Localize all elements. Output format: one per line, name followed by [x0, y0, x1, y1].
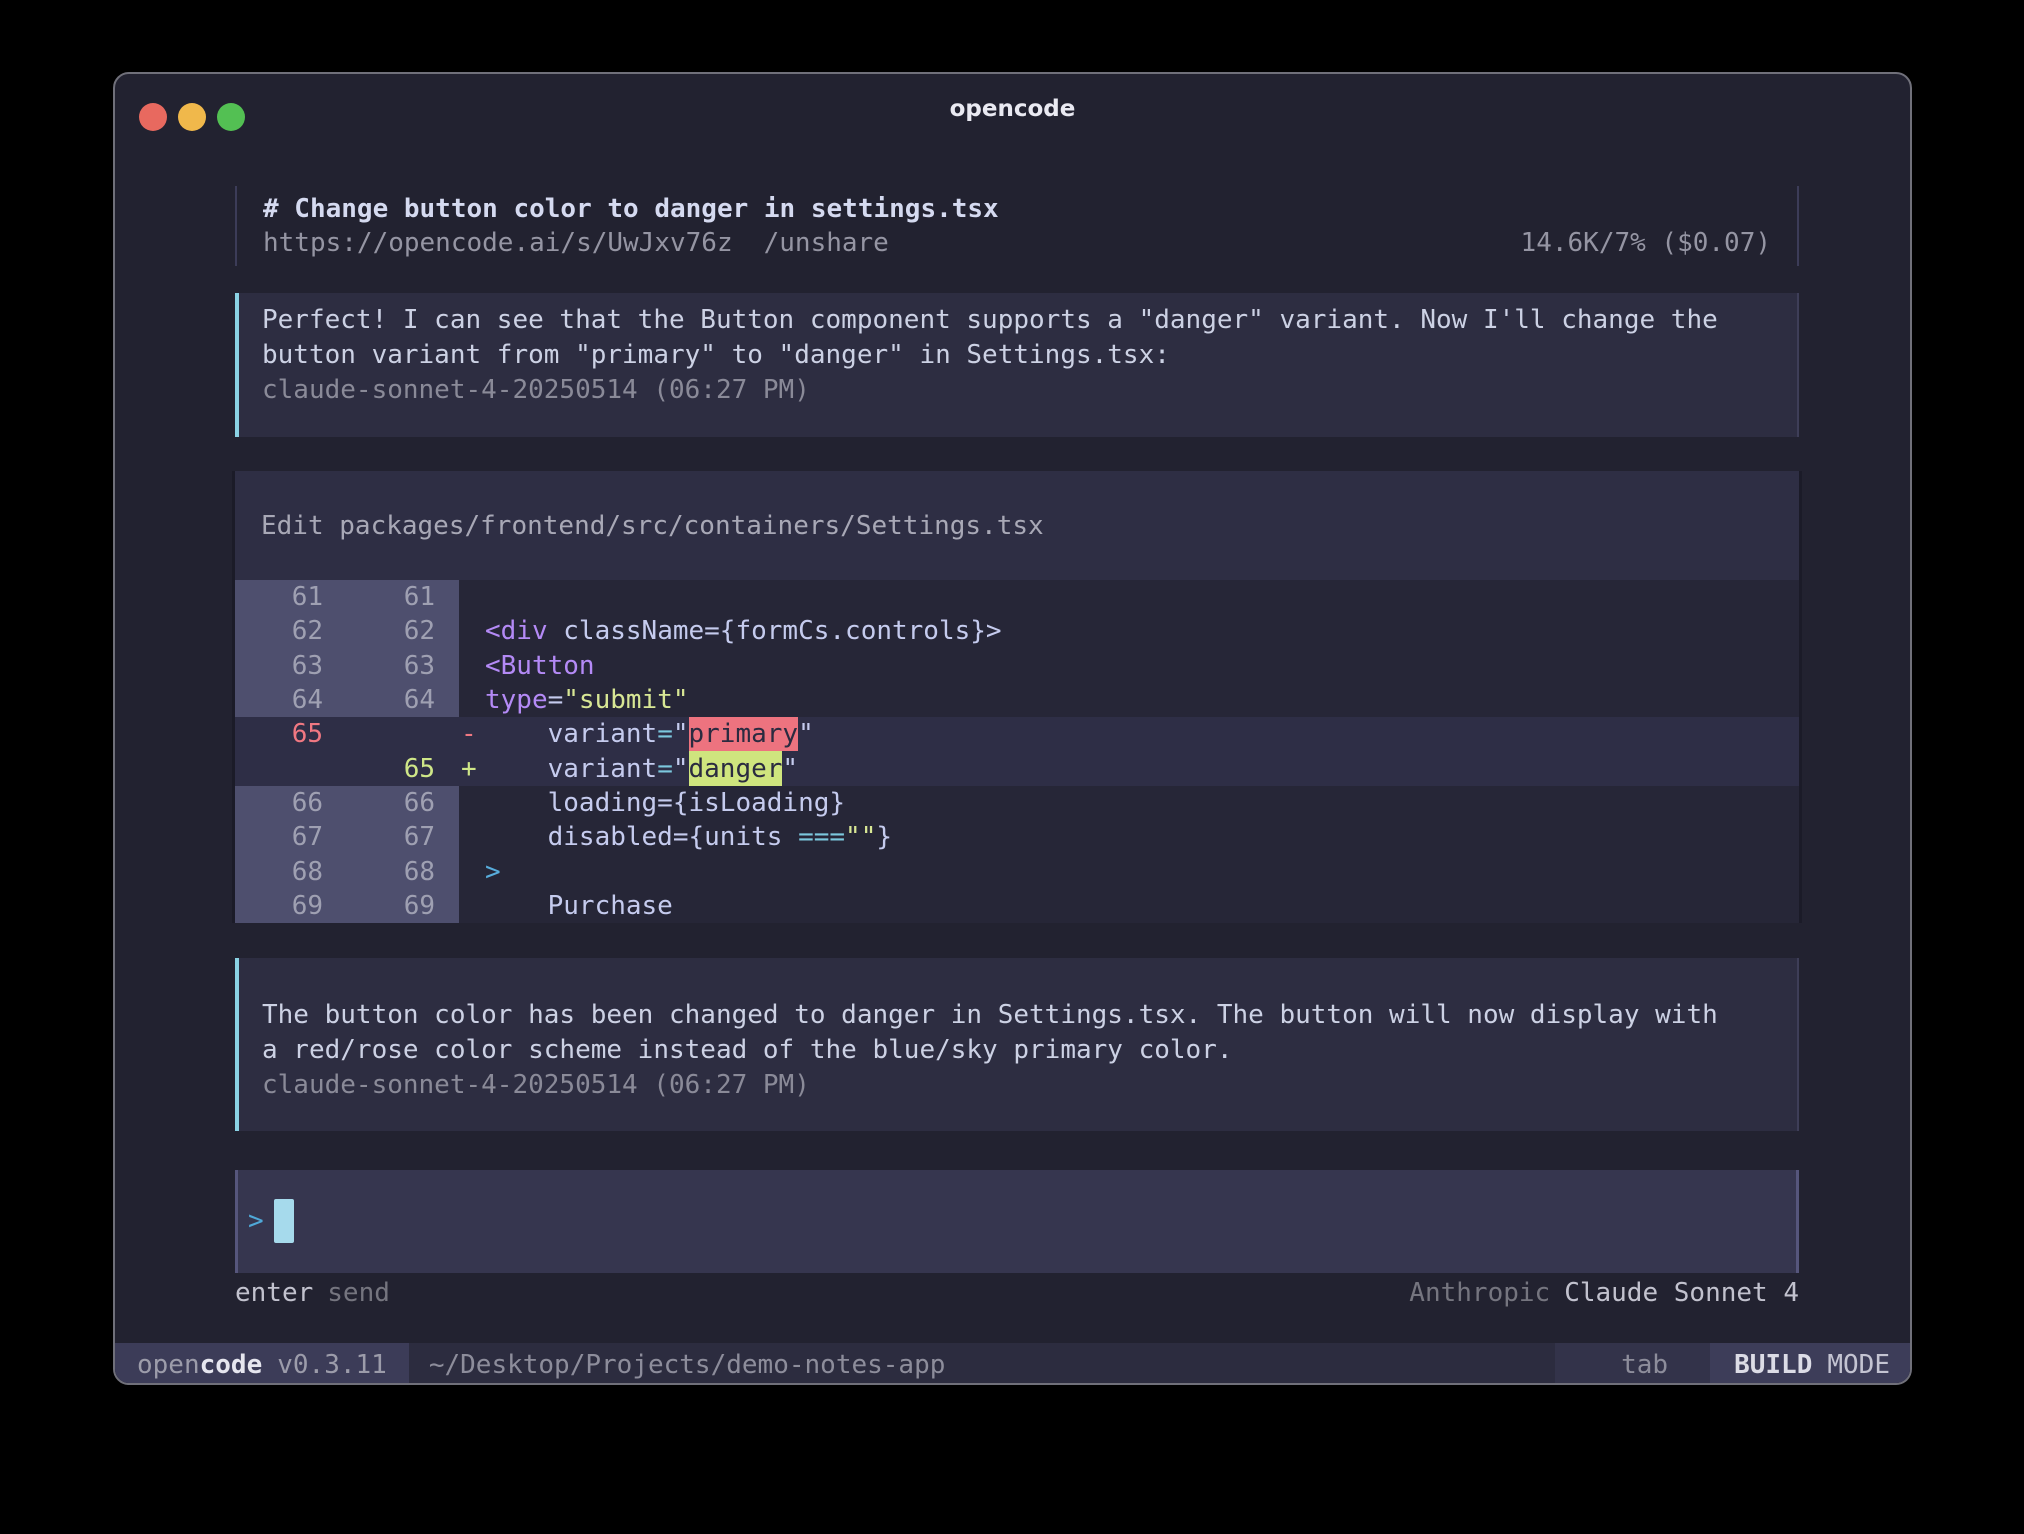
- text-cursor: [274, 1199, 294, 1243]
- diff-line: 65+ variant="danger": [235, 751, 1799, 785]
- code-line: <div className={formCs.controls}>: [485, 614, 1799, 648]
- diff-line: 6262 <div className={formCs.controls}>: [235, 614, 1799, 648]
- line-number-new: 66: [347, 786, 459, 820]
- diff-line: 65 - variant="primary": [235, 717, 1799, 751]
- code-line: <Button: [485, 649, 1799, 683]
- line-number-new: 61: [347, 580, 459, 614]
- diff-sign: [459, 649, 485, 683]
- diff-sign: -: [459, 717, 485, 751]
- unshare-command: /unshare: [764, 226, 889, 260]
- message-text-line: The button color has been changed to dan…: [262, 998, 1797, 1033]
- diff-sign: [459, 820, 485, 854]
- app-version: v0.3.11: [277, 1350, 387, 1380]
- diff-sign: [459, 580, 485, 614]
- message-text-line: Perfect! I can see that the Button compo…: [262, 303, 1797, 338]
- diff-sign: [459, 614, 485, 648]
- line-number-new: 67: [347, 820, 459, 854]
- model-timestamp: claude-sonnet-4-20250514 (06:27 PM): [262, 1068, 1797, 1103]
- diff-line: 6464 type="submit": [235, 683, 1799, 717]
- token-cost-stats: 14.6K/7% ($0.07): [1521, 226, 1771, 260]
- line-number-old: 69: [235, 889, 347, 923]
- titlebar: opencode: [115, 74, 1910, 146]
- model-indicator: Anthropic Claude Sonnet 4: [1409, 1278, 1799, 1308]
- diff-sign: [459, 889, 485, 923]
- line-number-old: 64: [235, 683, 347, 717]
- diff-line: 6363 <Button: [235, 649, 1799, 683]
- provider-name: Anthropic: [1409, 1278, 1550, 1308]
- line-number-new: 65: [347, 751, 459, 785]
- hints-row: enter send Anthropic Claude Sonnet 4: [235, 1273, 1799, 1313]
- app-version-segment: opencode v0.3.11: [115, 1343, 409, 1385]
- model-timestamp: claude-sonnet-4-20250514 (06:27 PM): [262, 373, 1797, 408]
- session-header: # Change button color to danger in setti…: [235, 186, 1799, 266]
- assistant-message: Perfect! I can see that the Button compo…: [235, 293, 1799, 437]
- prompt-chevron-icon: >: [248, 1206, 264, 1236]
- tab-key-hint: tab: [1555, 1343, 1710, 1385]
- edit-tool-card: Edit packages/frontend/src/containers/Se…: [232, 471, 1802, 923]
- session-title: # Change button color to danger in setti…: [263, 192, 999, 226]
- status-bar: opencode v0.3.11 ~/Desktop/Projects/demo-…: [115, 1343, 1912, 1385]
- prompt-input[interactable]: >: [235, 1170, 1799, 1273]
- line-number-new: 68: [347, 854, 459, 888]
- diff-line: 6161: [235, 580, 1799, 614]
- diff-line: 6969 Purchase: [235, 889, 1799, 923]
- diff-sign: [459, 683, 485, 717]
- line-number-old: 68: [235, 854, 347, 888]
- edit-file-label: Edit packages/frontend/src/containers/Se…: [235, 471, 1799, 580]
- window-title: opencode: [115, 96, 1910, 122]
- code-line: >: [485, 854, 1799, 888]
- diff-sign: [459, 854, 485, 888]
- app-name-code: code: [200, 1350, 263, 1380]
- diff-sign: +: [459, 751, 485, 785]
- send-action-hint: send: [327, 1278, 390, 1308]
- line-number-new: [347, 717, 459, 751]
- line-number-old: 63: [235, 649, 347, 683]
- line-number-old: 61: [235, 580, 347, 614]
- line-number-old: 62: [235, 614, 347, 648]
- line-number-old: 66: [235, 786, 347, 820]
- code-line: variant="primary": [485, 717, 1799, 751]
- main-content: # Change button color to danger in setti…: [235, 186, 1799, 1385]
- working-directory: ~/Desktop/Projects/demo-notes-app: [429, 1350, 946, 1380]
- line-number-old: 65: [235, 717, 347, 751]
- code-line: disabled={units === ""}: [485, 820, 1799, 854]
- code-line: type="submit": [485, 683, 1799, 717]
- code-line: variant="danger": [485, 751, 1799, 785]
- mode-word: MODE: [1827, 1350, 1890, 1380]
- line-number-old: [235, 751, 347, 785]
- model-name: Claude Sonnet 4: [1564, 1278, 1799, 1308]
- mode-segment: BUILD MODE: [1710, 1343, 1912, 1385]
- diff-line: 6868 >: [235, 854, 1799, 888]
- message-text-line: button variant from "primary" to "danger…: [262, 338, 1797, 373]
- line-number-new: 62: [347, 614, 459, 648]
- enter-key-hint: enter: [235, 1278, 313, 1308]
- code-line: loading={isLoading}: [485, 786, 1799, 820]
- line-number-new: 63: [347, 649, 459, 683]
- message-text-line: a red/rose color scheme instead of the b…: [262, 1033, 1797, 1068]
- diff-sign: [459, 786, 485, 820]
- assistant-message: The button color has been changed to dan…: [235, 958, 1799, 1131]
- share-url: https://opencode.ai/s/UwJxv76z: [263, 226, 733, 260]
- diff-view: 61616262 <div className={formCs.controls}…: [235, 580, 1799, 923]
- diff-line: 6666 loading={isLoading}: [235, 786, 1799, 820]
- send-hint: enter send: [235, 1278, 390, 1308]
- code-line: [485, 580, 1799, 614]
- line-number-old: 67: [235, 820, 347, 854]
- line-number-new: 64: [347, 683, 459, 717]
- code-line: Purchase: [485, 889, 1799, 923]
- mode-build: BUILD: [1734, 1350, 1812, 1380]
- diff-line: 6767 disabled={units === ""}: [235, 820, 1799, 854]
- opencode-window: opencode # Change button color to danger…: [113, 72, 1912, 1385]
- line-number-new: 69: [347, 889, 459, 923]
- app-name-open: open: [137, 1350, 200, 1380]
